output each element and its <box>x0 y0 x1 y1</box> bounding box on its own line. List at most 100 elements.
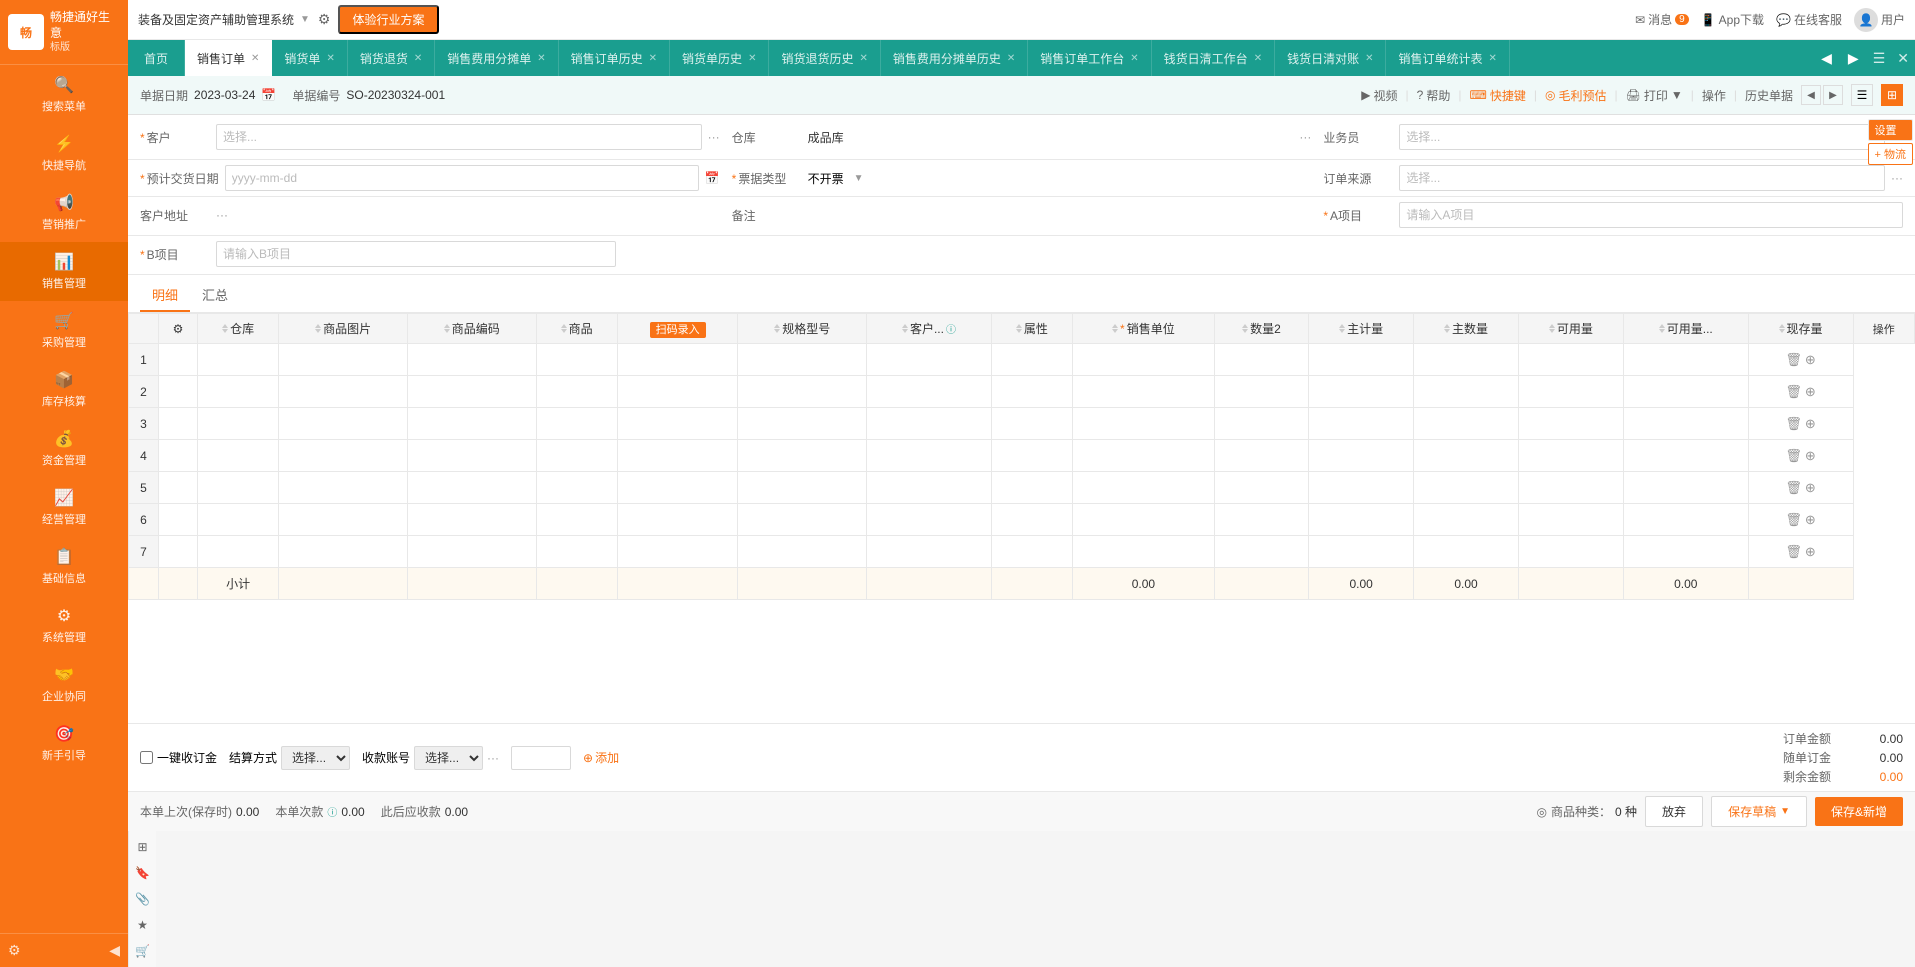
tab-prev-btn[interactable]: ◀ <box>1813 50 1840 67</box>
sidebar-item-system[interactable]: ⚙ 系统管理 <box>0 596 128 655</box>
topbar-gear-icon[interactable]: ⚙ <box>318 11 331 28</box>
profit-btn[interactable]: ◎ 毛利预估 <box>1545 87 1607 104</box>
tab-sales-return[interactable]: 销货退货 ✕ <box>348 40 435 76</box>
customer-input[interactable] <box>216 124 702 150</box>
th-unit[interactable]: *销售单位 <box>1072 314 1214 344</box>
order-source-input[interactable] <box>1399 165 1885 191</box>
messages-btn[interactable]: ✉ 消息 9 <box>1635 11 1689 28</box>
calendar-icon[interactable]: 📅 <box>261 88 276 102</box>
sidebar-item-finance[interactable]: 💰 资金管理 <box>0 419 128 478</box>
tab-home[interactable]: 首页 <box>128 40 185 76</box>
app-download-btn[interactable]: 📱 App下载 <box>1701 11 1764 28</box>
collapse-btn[interactable]: ◀ <box>109 942 120 959</box>
sidebar-item-guide[interactable]: 🎯 新手引导 <box>0 714 128 773</box>
copy-btn[interactable]: ⊕ <box>1805 384 1816 400</box>
tab-close-icon[interactable]: ✕ <box>1489 53 1497 64</box>
tab-daily-workbench[interactable]: 钱货日清工作台 ✕ <box>1152 40 1275 76</box>
th-qty2[interactable]: 数量2 <box>1214 314 1308 344</box>
tab-sales-goods[interactable]: 销货单 ✕ <box>272 40 347 76</box>
th-code[interactable]: 商品编码 <box>407 314 536 344</box>
sidebar-item-enterprise[interactable]: 🤝 企业协同 <box>0 655 128 714</box>
logistics-float-btn[interactable]: + 物流 <box>1868 143 1913 165</box>
copy-btn[interactable]: ⊕ <box>1805 416 1816 432</box>
delete-btn[interactable]: 🗑 <box>1785 544 1802 560</box>
th-image[interactable]: 商品图片 <box>279 314 408 344</box>
tab-detail[interactable]: 明细 <box>140 279 190 312</box>
table-scroll[interactable]: ⚙ 仓库 <box>128 313 1915 723</box>
view-btn[interactable]: ▶ 视频 <box>1361 87 1397 104</box>
sidebar-item-marketing[interactable]: 📢 营销推广 <box>0 183 128 242</box>
tab-summary[interactable]: 汇总 <box>190 279 240 312</box>
amount-input[interactable]: 0.00 <box>511 746 571 770</box>
ticket-dropdown-icon[interactable]: ▼ <box>854 173 864 184</box>
sidebar-item-business[interactable]: 📈 经营管理 <box>0 478 128 537</box>
tab-close-icon[interactable]: ✕ <box>414 53 422 64</box>
sidebar-item-quicknav[interactable]: ⚡ 快捷导航 <box>0 124 128 183</box>
b-project-input[interactable] <box>216 241 616 267</box>
help-btn[interactable]: ? 帮助 <box>1417 87 1451 104</box>
th-spec[interactable]: 规格型号 <box>738 314 867 344</box>
add-payment-btn[interactable]: ⊕ 添加 <box>583 749 619 766</box>
operate-btn[interactable]: 操作 <box>1702 87 1726 104</box>
th-product[interactable]: 商品 <box>536 314 617 344</box>
tab-close-icon[interactable]: ✕ <box>1365 53 1373 64</box>
copy-btn[interactable]: ⊕ <box>1805 544 1816 560</box>
tab-workbench[interactable]: 销售订单工作台 ✕ <box>1028 40 1151 76</box>
form-prev-btn[interactable]: ◀ <box>1801 85 1821 105</box>
th-customer-code[interactable]: 客户... ⓘ <box>867 314 992 344</box>
tab-fee-history[interactable]: 销售费用分摊单历史 ✕ <box>881 40 1028 76</box>
tab-close-icon[interactable]: ✕ <box>1130 53 1138 64</box>
tab-sales-order[interactable]: 销售订单 ✕ <box>185 40 272 76</box>
th-main-qty[interactable]: 主数量 <box>1414 314 1519 344</box>
save-new-button[interactable]: 保存&新增 <box>1815 797 1903 826</box>
tab-menu-btn[interactable]: ☰ <box>1867 50 1892 67</box>
form-next-btn[interactable]: ▶ <box>1823 85 1843 105</box>
settings-bottom-btn[interactable]: ⚙ <box>8 942 21 959</box>
delivery-calendar-icon[interactable]: 📅 <box>705 171 720 185</box>
tab-goods-history[interactable]: 销货单历史 ✕ <box>670 40 769 76</box>
staff-input[interactable] <box>1399 124 1885 150</box>
copy-btn[interactable]: ⊕ <box>1805 512 1816 528</box>
sidebar-item-purchase[interactable]: 🛒 采购管理 <box>0 301 128 360</box>
delete-btn[interactable]: 🗑 <box>1785 512 1802 528</box>
online-service-btn[interactable]: 💬 在线客服 <box>1776 11 1842 28</box>
copy-btn[interactable]: ⊕ <box>1805 352 1816 368</box>
tab-next-btn[interactable]: ▶ <box>1840 50 1867 67</box>
tab-close-icon[interactable]: ✕ <box>859 53 867 64</box>
th-scan[interactable]: 扫码录入 <box>617 314 738 344</box>
tab-close-all-btn[interactable]: ✕ <box>1891 50 1915 67</box>
discard-button[interactable]: 放弃 <box>1645 796 1703 827</box>
tab-close-icon[interactable]: ✕ <box>1007 53 1015 64</box>
sidebar-item-inventory[interactable]: 📦 库存核算 <box>0 360 128 419</box>
tab-sales-fee[interactable]: 销售费用分摊单 ✕ <box>435 40 558 76</box>
tab-close-icon[interactable]: ✕ <box>748 53 756 64</box>
sidebar-item-search[interactable]: 🔍 搜索菜单 <box>0 65 128 124</box>
delete-btn[interactable]: 🗑 <box>1785 384 1802 400</box>
quickpay-checkbox[interactable] <box>140 751 153 764</box>
tab-close-icon[interactable]: ✕ <box>649 53 657 64</box>
customer-dots-icon[interactable]: ··· <box>708 130 720 144</box>
delete-btn[interactable]: 🗑 <box>1785 480 1802 496</box>
rsb-btn-2[interactable]: 🔖 <box>131 861 155 885</box>
th-main-unit[interactable]: 主计量 <box>1309 314 1414 344</box>
shortcut-btn[interactable]: ⌨ 快捷键 <box>1469 87 1525 104</box>
save-draft-button[interactable]: 保存草稿 ▼ <box>1711 796 1807 827</box>
tab-reconcile[interactable]: 钱货日清对账 ✕ <box>1275 40 1386 76</box>
settings-float-btn[interactable]: 设置 <box>1868 119 1913 141</box>
delete-btn[interactable]: 🗑 <box>1785 416 1802 432</box>
history-btn[interactable]: 历史单据 <box>1745 87 1793 104</box>
rsb-btn-3[interactable]: 📎 <box>131 887 155 911</box>
form-view-btn[interactable]: ⊞ <box>1881 84 1903 106</box>
th-stock[interactable]: 现存量 <box>1748 314 1853 344</box>
rsb-btn-4[interactable]: ★ <box>131 913 155 937</box>
user-menu[interactable]: 👤 用户 <box>1854 8 1905 32</box>
a-project-input[interactable] <box>1399 202 1903 228</box>
account-select[interactable]: 选择... <box>414 746 483 770</box>
tab-close-icon[interactable]: ✕ <box>537 53 545 64</box>
delete-btn[interactable]: 🗑 <box>1785 352 1802 368</box>
rsb-btn-1[interactable]: ⊞ <box>131 835 155 859</box>
payment-select[interactable]: 选择... <box>281 746 350 770</box>
sidebar-item-sales[interactable]: 📊 销售管理 <box>0 242 128 301</box>
delete-btn[interactable]: 🗑 <box>1785 448 1802 464</box>
th-warehouse[interactable]: 仓库 <box>198 314 279 344</box>
